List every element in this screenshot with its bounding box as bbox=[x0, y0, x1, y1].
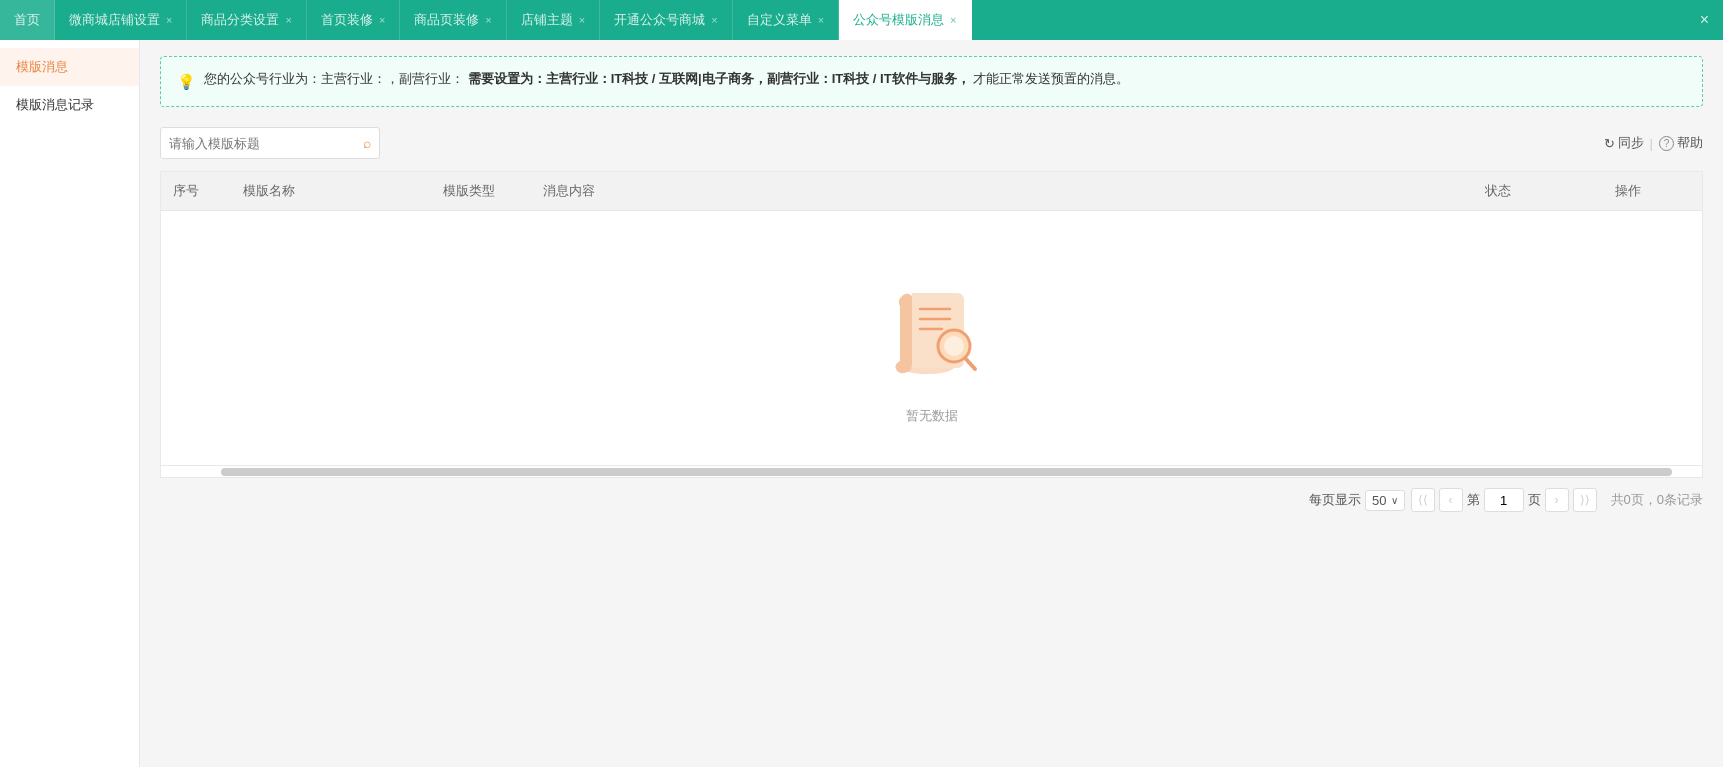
bulb-icon: 💡 bbox=[177, 70, 196, 94]
main-layout: 模版消息 模版消息记录 💡 您的公众号行业为：主营行业：，副营行业： 需要设置为… bbox=[0, 40, 1723, 767]
tab-open-wechat-mall[interactable]: 开通公众号商城 × bbox=[600, 0, 732, 40]
col-header-content: 消息内容 bbox=[531, 172, 1473, 211]
content-area: 💡 您的公众号行业为：主营行业：，副营行业： 需要设置为：主营行业：IT科技 /… bbox=[140, 40, 1723, 767]
close-tab-template-msg[interactable]: × bbox=[950, 14, 956, 26]
search-icon[interactable]: ⌕ bbox=[363, 135, 371, 151]
prev-icon: ‹ bbox=[1449, 493, 1453, 507]
close-tab-product-category[interactable]: × bbox=[285, 14, 291, 26]
tab-home[interactable]: 首页 bbox=[0, 0, 55, 40]
svg-line-7 bbox=[965, 358, 975, 369]
close-tab-homepage-decor[interactable]: × bbox=[379, 14, 385, 26]
help-icon: ? bbox=[1659, 136, 1674, 151]
help-button[interactable]: ? 帮助 bbox=[1659, 134, 1703, 152]
first-page-icon: ⟨⟨ bbox=[1418, 493, 1428, 507]
search-input-wrap[interactable]: ⌕ bbox=[160, 127, 380, 159]
col-header-name: 模版名称 bbox=[231, 172, 431, 211]
table-header-row: 序号 模版名称 模版类型 消息内容 状态 操作 bbox=[161, 172, 1703, 211]
sidebar-item-template-msg[interactable]: 模版消息 bbox=[0, 48, 139, 86]
empty-row: 暂无数据 bbox=[161, 211, 1703, 466]
next-page-button[interactable]: › bbox=[1545, 488, 1569, 512]
svg-point-6 bbox=[944, 336, 964, 356]
notice-box: 💡 您的公众号行业为：主营行业：，副营行业： 需要设置为：主营行业：IT科技 /… bbox=[160, 56, 1703, 107]
top-navigation: 首页 微商城店铺设置 × 商品分类设置 × 首页装修 × 商品页装修 × 店铺主… bbox=[0, 0, 1723, 40]
empty-text: 暂无数据 bbox=[906, 407, 958, 425]
global-close-button[interactable]: × bbox=[1686, 0, 1723, 40]
scrollbar-thumb[interactable] bbox=[221, 468, 1672, 476]
tab-product-page-decor[interactable]: 商品页装修 × bbox=[400, 0, 506, 40]
tab-custom-menu[interactable]: 自定义菜单 × bbox=[733, 0, 839, 40]
right-actions: ↻ 同步 | ? 帮助 bbox=[1604, 134, 1703, 152]
tab-shop-theme[interactable]: 店铺主题 × bbox=[507, 0, 600, 40]
col-header-seq: 序号 bbox=[161, 172, 231, 211]
tab-template-msg[interactable]: 公众号模版消息 × bbox=[839, 0, 971, 40]
sidebar: 模版消息 模版消息记录 bbox=[0, 40, 140, 767]
per-page-select: 每页显示 50 ∨ bbox=[1309, 490, 1404, 511]
next-icon: › bbox=[1555, 493, 1559, 507]
close-tab-wechat-shop[interactable]: × bbox=[166, 14, 172, 26]
sync-button[interactable]: ↻ 同步 bbox=[1604, 134, 1644, 152]
close-tab-product-page-decor[interactable]: × bbox=[485, 14, 491, 26]
col-header-status: 状态 bbox=[1473, 172, 1603, 211]
per-page-dropdown[interactable]: 50 ∨ bbox=[1365, 490, 1404, 511]
last-page-icon: ⟩⟩ bbox=[1580, 493, 1590, 507]
tab-homepage-decor[interactable]: 首页装修 × bbox=[307, 0, 400, 40]
close-tab-custom-menu[interactable]: × bbox=[818, 14, 824, 26]
horizontal-scrollbar[interactable] bbox=[160, 466, 1703, 478]
prev-page-button[interactable]: ‹ bbox=[1439, 488, 1463, 512]
table-body: 暂无数据 bbox=[161, 211, 1703, 466]
page-navigation: ⟨⟨ ‹ 第 页 › ⟩⟩ bbox=[1411, 488, 1597, 512]
data-table: 序号 模版名称 模版类型 消息内容 状态 操作 bbox=[160, 171, 1703, 466]
sidebar-item-template-msg-log[interactable]: 模版消息记录 bbox=[0, 86, 139, 124]
sync-icon: ↻ bbox=[1604, 136, 1615, 151]
col-header-action: 操作 bbox=[1603, 172, 1703, 211]
first-page-button[interactable]: ⟨⟨ bbox=[1411, 488, 1435, 512]
close-tab-shop-theme[interactable]: × bbox=[579, 14, 585, 26]
total-info: 共0页，0条记录 bbox=[1611, 491, 1703, 509]
search-input[interactable] bbox=[169, 136, 363, 151]
search-row: ⌕ ↻ 同步 | ? 帮助 bbox=[160, 127, 1703, 159]
empty-state: 暂无数据 bbox=[161, 211, 1702, 465]
col-header-type: 模版类型 bbox=[431, 172, 531, 211]
tab-wechat-shop[interactable]: 微商城店铺设置 × bbox=[55, 0, 187, 40]
notice-highlight: 需要设置为：主营行业：IT科技 / 互联网|电子商务，副营行业：IT科技 / I… bbox=[468, 71, 970, 86]
chevron-down-icon: ∨ bbox=[1391, 495, 1398, 506]
actions-divider: | bbox=[1650, 136, 1653, 151]
empty-state-icon bbox=[872, 271, 992, 391]
page-input[interactable] bbox=[1484, 488, 1524, 512]
close-tab-open-wechat-mall[interactable]: × bbox=[711, 14, 717, 26]
tab-product-category[interactable]: 商品分类设置 × bbox=[187, 0, 306, 40]
pagination-bar: 每页显示 50 ∨ ⟨⟨ ‹ 第 页 › bbox=[160, 478, 1703, 512]
last-page-button[interactable]: ⟩⟩ bbox=[1573, 488, 1597, 512]
